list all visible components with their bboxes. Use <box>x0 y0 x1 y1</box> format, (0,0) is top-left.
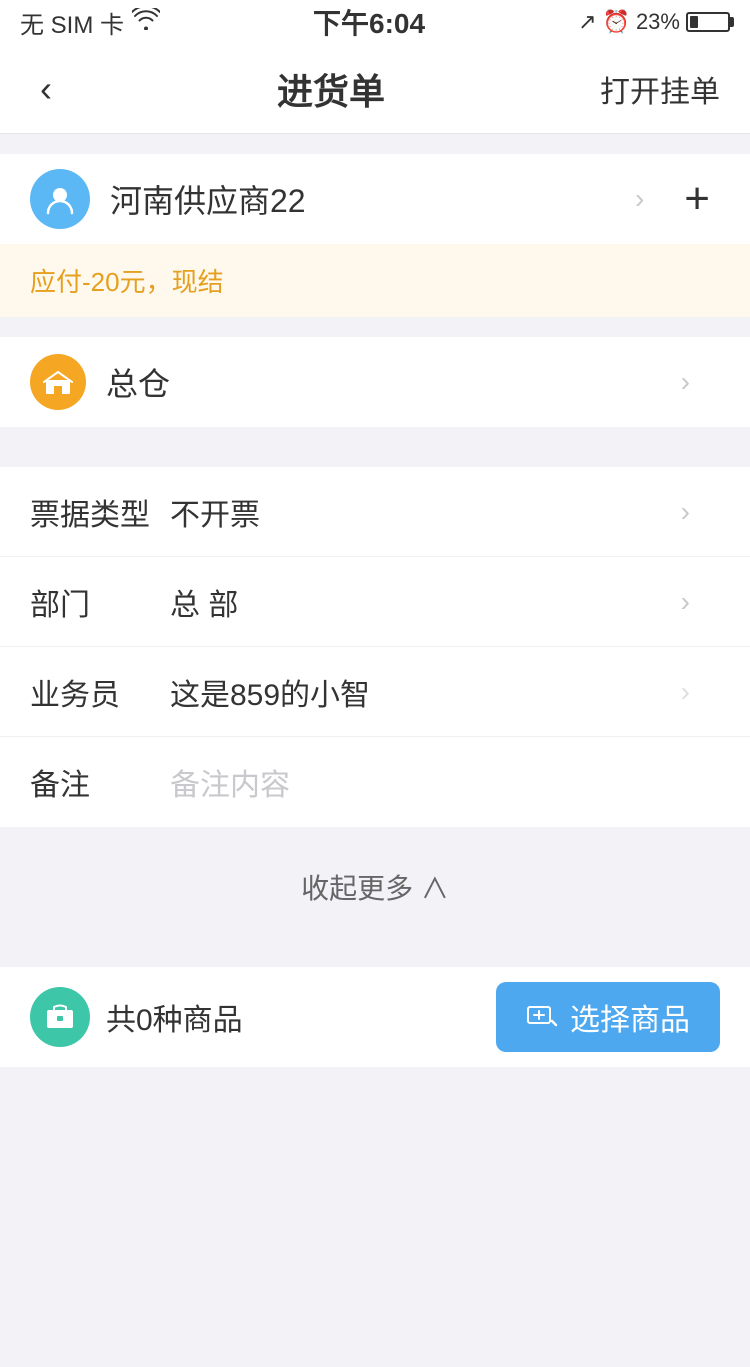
location-icon: ↗ <box>578 9 596 35</box>
dept-row[interactable]: 部门 总 部 › <box>0 557 750 647</box>
collapse-row[interactable]: 收起更多 ∧ <box>0 847 750 927</box>
add-button[interactable]: + <box>674 177 720 221</box>
back-button[interactable]: ‹ <box>30 58 62 120</box>
chevron-right-icon: › <box>635 183 644 215</box>
form-section: 票据类型 不开票 › 部门 总 部 › 业务员 这是859的小智 › 备注 备注… <box>0 467 750 827</box>
supplier-name: 河南供应商22 <box>110 176 635 222</box>
note-row[interactable]: 备注 备注内容 <box>0 737 750 827</box>
nav-bar: ‹ 进货单 打开挂单 <box>0 44 750 134</box>
collapse-text: 收起更多 ∧ <box>301 867 449 907</box>
bottom-bar: 共0种商品 选择商品 <box>0 967 750 1067</box>
chevron-right-icon-sales: › <box>681 676 690 708</box>
section-gap-1 <box>0 134 750 154</box>
product-icon <box>30 987 90 1047</box>
chevron-right-icon-ticket: › <box>681 496 690 528</box>
status-time: 下午6:04 <box>313 2 425 42</box>
chevron-right-icon-warehouse: › <box>681 366 690 398</box>
section-gap-4 <box>0 927 750 947</box>
page-background <box>0 1067 750 1367</box>
status-right: ↗ ⏰ 23% <box>578 9 730 35</box>
section-gap-3 <box>0 427 750 447</box>
supplier-row[interactable]: 河南供应商22 › + <box>0 154 750 244</box>
page-title: 进货单 <box>277 63 385 115</box>
alarm-icon: ⏰ <box>603 9 630 35</box>
dept-label: 部门 <box>30 580 150 624</box>
warehouse-section: 总仓 › <box>0 337 750 427</box>
product-count-text: 共0种商品 <box>106 995 243 1039</box>
battery-percent: 23% <box>636 9 680 35</box>
note-label: 备注 <box>30 760 150 804</box>
supplier-section: 河南供应商22 › + 应付-20元，现结 <box>0 154 750 317</box>
status-left: 无 SIM 卡 <box>20 5 160 40</box>
notice-text: 应付-20元，现结 <box>30 267 224 297</box>
section-gap-2 <box>0 317 750 337</box>
ticket-value: 不开票 <box>150 490 681 534</box>
warehouse-icon-bg <box>30 354 86 410</box>
chevron-right-icon-dept: › <box>681 586 690 618</box>
sales-value: 这是859的小智 <box>150 670 681 714</box>
warehouse-row[interactable]: 总仓 › <box>0 337 750 427</box>
select-product-label: 选择商品 <box>570 995 690 1039</box>
status-bar: 无 SIM 卡 下午6:04 ↗ ⏰ 23% <box>0 0 750 44</box>
sales-row[interactable]: 业务员 这是859的小智 › <box>0 647 750 737</box>
dept-value: 总 部 <box>150 580 681 624</box>
ticket-label: 票据类型 <box>30 490 150 534</box>
select-product-button[interactable]: 选择商品 <box>496 982 720 1052</box>
warehouse-name: 总仓 <box>106 359 681 405</box>
carrier-text: 无 SIM 卡 <box>20 5 124 40</box>
notice-bar: 应付-20元，现结 <box>0 244 750 317</box>
battery-icon <box>686 12 730 32</box>
ticket-type-row[interactable]: 票据类型 不开票 › <box>0 467 750 557</box>
note-input[interactable]: 备注内容 <box>150 760 720 804</box>
avatar <box>30 169 90 229</box>
open-hang-button[interactable]: 打开挂单 <box>600 67 720 111</box>
wifi-icon <box>132 8 160 36</box>
product-count-wrap: 共0种商品 <box>30 987 243 1047</box>
sales-label: 业务员 <box>30 670 150 714</box>
